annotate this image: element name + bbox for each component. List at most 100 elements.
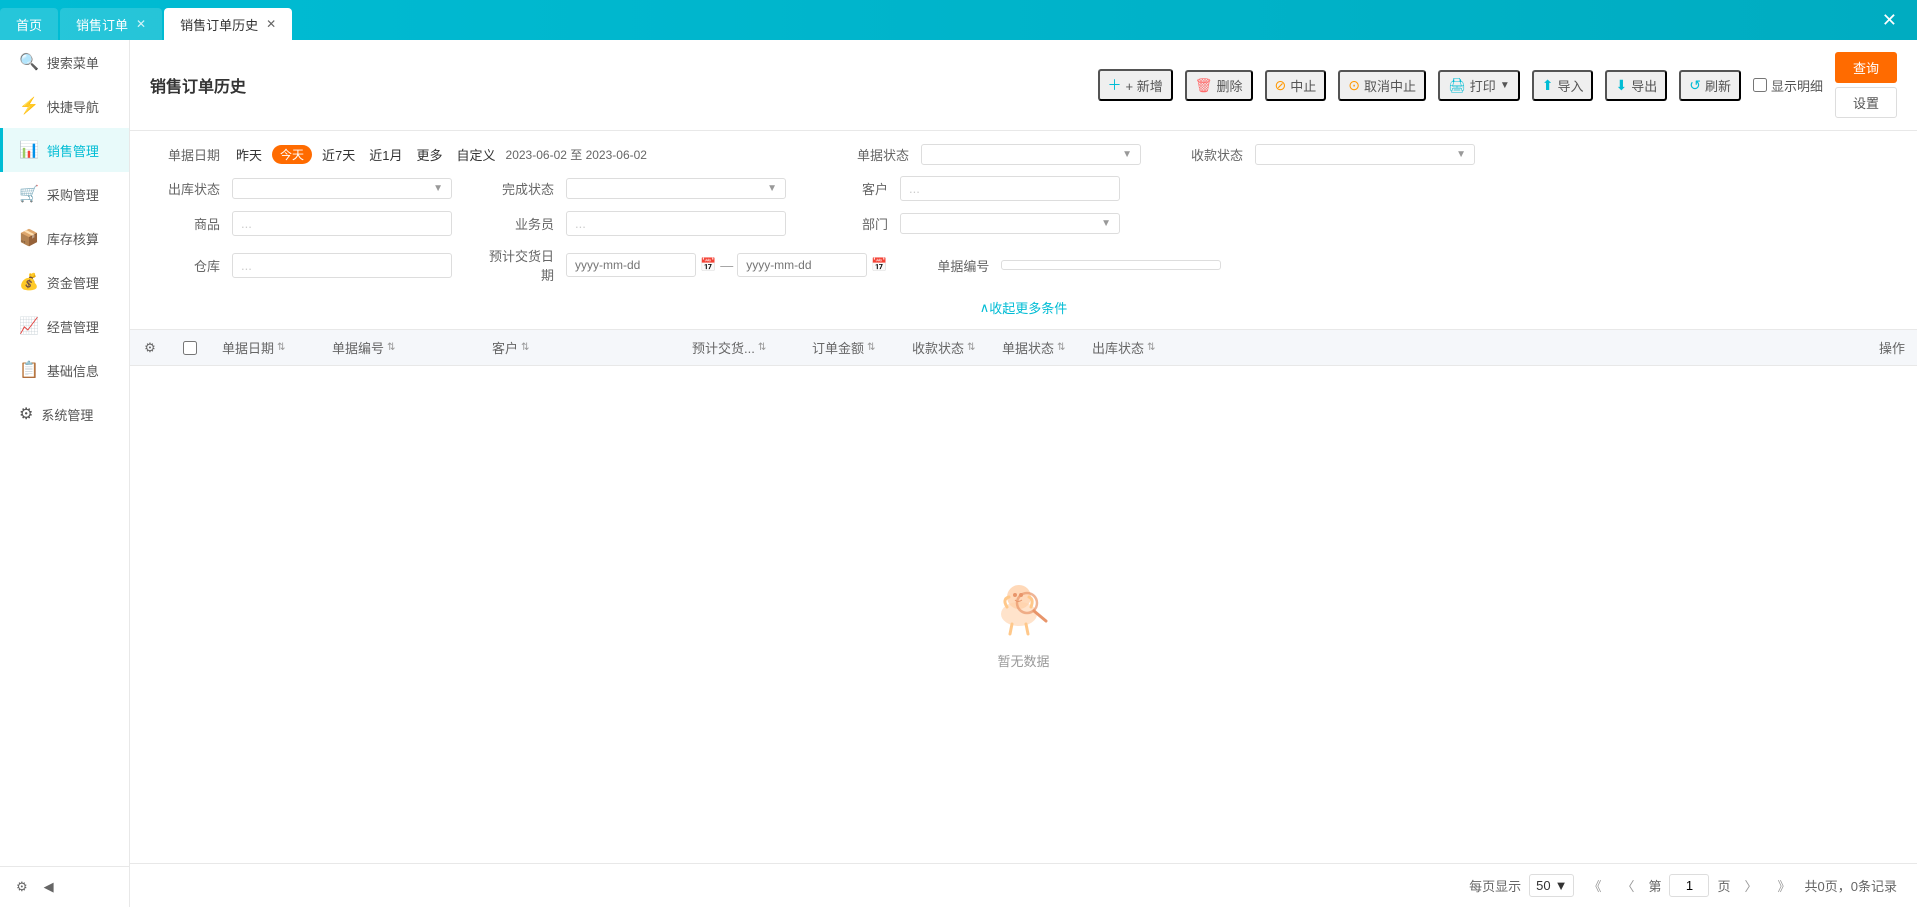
date-opt-custom[interactable]: 自定义	[453, 143, 500, 166]
pay-status-select[interactable]: ▼	[1255, 144, 1475, 165]
export-icon: ⬇	[1615, 77, 1627, 94]
collapse-button[interactable]: ∧ 收起更多条件	[150, 294, 1897, 317]
date-opt-today[interactable]: 今天	[272, 145, 312, 164]
tab-home[interactable]: 首页	[0, 8, 58, 40]
out-status-select[interactable]: ▼	[232, 178, 452, 199]
page-number-input[interactable]	[1669, 874, 1709, 897]
select-all-checkbox[interactable]	[183, 341, 197, 355]
sort-pay-status-icon: ⇅	[967, 342, 975, 353]
customer-input[interactable]: ...	[900, 176, 1120, 201]
sidebar-item-purchase-mgmt[interactable]: 🛒 采购管理	[0, 172, 129, 216]
table-header: ⚙ 单据日期 ⇅ 单据编号 ⇅ 客户 ⇅ 预计交货...	[130, 330, 1917, 366]
tab-close-sales-order[interactable]: ✕	[136, 17, 146, 31]
quick-nav-icon: ⚡	[19, 96, 39, 116]
table-body: 暂无数据	[130, 366, 1917, 863]
print-icon: 🖨	[1448, 77, 1466, 94]
th-bill-status[interactable]: 单据状态 ⇅	[990, 338, 1080, 357]
th-amount[interactable]: 订单金额 ⇅	[800, 338, 900, 357]
import-button[interactable]: ⬆ 导入	[1532, 70, 1594, 101]
date-range-display: 2023-06-02 至 2023-06-02	[506, 146, 647, 163]
ops-mgmt-icon: 📈	[19, 316, 39, 336]
bill-status-label: 单据状态	[839, 145, 909, 164]
print-button[interactable]: 🖨 打印 ▼	[1438, 70, 1520, 101]
purchase-mgmt-icon: 🛒	[19, 184, 39, 204]
table-settings-icon[interactable]: ⚙	[144, 340, 156, 356]
date-opt-yesterday[interactable]: 昨天	[232, 143, 266, 166]
cancel-stop-button[interactable]: ⊙ 取消中止	[1338, 70, 1426, 101]
sidebar-item-sys-mgmt[interactable]: ⚙ 系统管理	[0, 392, 129, 436]
calendar-to-icon[interactable]: 📅	[871, 257, 887, 273]
th-number[interactable]: 单据编号 ⇅	[320, 338, 480, 357]
empty-text: 暂无数据	[997, 651, 1049, 670]
date-opt-7days[interactable]: 近7天	[318, 143, 359, 166]
stop-button[interactable]: ⊘ 中止	[1265, 70, 1327, 101]
tab-sales-order-history[interactable]: 销售订单历史 ✕	[164, 8, 292, 40]
page-prev-button[interactable]: 〈	[1615, 874, 1640, 897]
sort-date-icon: ⇅	[277, 342, 285, 353]
expected-date-from[interactable]	[566, 253, 696, 277]
sidebar-item-inventory-calc[interactable]: 📦 库存核算	[0, 216, 129, 260]
page-total: 共0页，0条记录	[1805, 876, 1897, 895]
show-cols-toggle[interactable]: 显示明细	[1753, 76, 1823, 95]
delete-button[interactable]: 🗑 删除	[1185, 70, 1253, 101]
filter-row-3: 商品 ... 业务员 ... 部门 ▼	[150, 211, 1897, 236]
window-close-button[interactable]: ✕	[1872, 10, 1907, 31]
th-settings[interactable]: ⚙	[130, 340, 170, 356]
top-bar: 首页 销售订单 ✕ 销售订单历史 ✕ ✕	[0, 0, 1917, 40]
export-button[interactable]: ⬇ 导出	[1605, 70, 1667, 101]
complete-status-chevron-icon: ▼	[767, 183, 777, 194]
th-ops: 操作	[1170, 338, 1917, 357]
expected-date-range: 📅 — 📅	[566, 253, 887, 277]
sidebar-item-quick-nav[interactable]: ⚡ 快捷导航	[0, 84, 129, 128]
th-checkbox[interactable]	[170, 341, 210, 355]
th-delivery[interactable]: 预计交货... ⇅	[680, 338, 800, 357]
filter-row-1: 单据日期 昨天 今天 近7天 近1月 更多 自定义 2023-06-02 至 2…	[150, 143, 1897, 166]
tab-sales-order[interactable]: 销售订单 ✕	[60, 8, 162, 40]
refresh-button[interactable]: ↺ 刷新	[1679, 70, 1741, 101]
bill-status-select[interactable]: ▼	[921, 144, 1141, 165]
th-customer[interactable]: 客户 ⇅	[480, 338, 680, 357]
complete-status-select[interactable]: ▼	[566, 178, 786, 199]
date-opt-more[interactable]: 更多	[413, 143, 447, 166]
pagination: 每页显示 50 ▼ 《 〈 第 页 〉 》 共0页，0条记录	[130, 863, 1917, 907]
out-status-label: 出库状态	[150, 179, 220, 198]
main-content: 销售订单历史 ＋ + 新增 🗑 删除 ⊘ 中止 ⊙ 取消中止	[130, 40, 1917, 907]
page-next-button[interactable]: 〉	[1739, 874, 1764, 897]
new-button[interactable]: ＋ + 新增	[1098, 69, 1173, 101]
customer-label: 客户	[818, 179, 888, 198]
salesperson-input[interactable]: ...	[566, 211, 786, 236]
th-date[interactable]: 单据日期 ⇅	[210, 338, 320, 357]
page-last-button[interactable]: 》	[1772, 874, 1797, 897]
bill-no-label: 单据编号	[919, 256, 989, 275]
empty-illustration	[974, 559, 1074, 639]
sidebar-item-basic-info[interactable]: 📋 基础信息	[0, 348, 129, 392]
goods-input[interactable]: ...	[232, 211, 452, 236]
sort-bill-status-icon: ⇅	[1057, 342, 1065, 353]
dept-select[interactable]: ▼	[900, 213, 1120, 234]
sort-amount-icon: ⇅	[867, 342, 875, 353]
th-out-status[interactable]: 出库状态 ⇅	[1080, 338, 1170, 357]
th-pay-status[interactable]: 收款状态 ⇅	[900, 338, 990, 357]
date-opt-1month[interactable]: 近1月	[365, 143, 406, 166]
sidebar-settings-icon[interactable]: ⚙	[16, 879, 28, 895]
expected-date-to[interactable]	[737, 253, 867, 277]
calendar-from-icon[interactable]: 📅	[700, 257, 716, 273]
filter-row-4: 仓库 ... 预计交货日期 📅 — 📅 单据编号	[150, 246, 1897, 284]
table-area: ⚙ 单据日期 ⇅ 单据编号 ⇅ 客户 ⇅ 预计交货...	[130, 330, 1917, 863]
warehouse-input[interactable]: ...	[232, 253, 452, 278]
sidebar-collapse-icon[interactable]: ◀	[44, 879, 54, 895]
import-icon: ⬆	[1542, 77, 1554, 94]
sidebar-item-ops-mgmt[interactable]: 📈 经营管理	[0, 304, 129, 348]
settings-button[interactable]: 设置	[1835, 87, 1897, 118]
sidebar-item-sales-mgmt[interactable]: 📊 销售管理	[0, 128, 129, 172]
query-button[interactable]: 查询	[1835, 52, 1897, 83]
per-page-select[interactable]: 50 ▼	[1529, 874, 1574, 897]
sidebar-item-capital-mgmt[interactable]: 💰 资金管理	[0, 260, 129, 304]
tab-close-sales-order-history[interactable]: ✕	[266, 17, 276, 31]
page-first-button[interactable]: 《	[1582, 874, 1607, 897]
empty-state: 暂无数据	[974, 559, 1074, 670]
search-menu-icon: 🔍	[19, 52, 39, 72]
sidebar-item-search-menu[interactable]: 🔍 搜索菜单	[0, 40, 129, 84]
show-cols-checkbox[interactable]	[1753, 78, 1767, 92]
bill-no-input[interactable]	[1001, 260, 1221, 270]
